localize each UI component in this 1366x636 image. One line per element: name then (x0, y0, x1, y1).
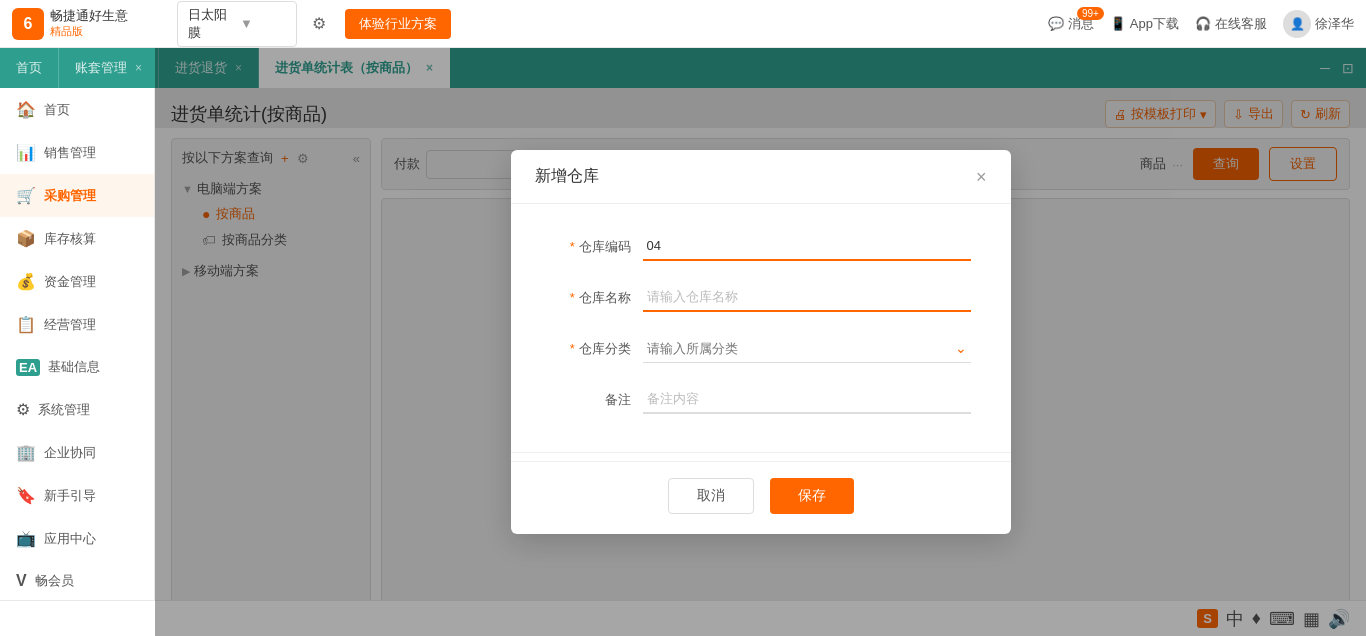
message-button[interactable]: 💬 消息 99+ (1048, 15, 1094, 33)
sidebar-item-system[interactable]: ⚙ 系统管理 (0, 388, 154, 431)
sidebar-sales-label: 销售管理 (44, 144, 96, 162)
app-center-icon: 📺 (16, 529, 36, 548)
modal-header: 新增仓库 × (511, 150, 1011, 204)
finance-icon: 💰 (16, 272, 36, 291)
headset-icon: 🎧 (1195, 16, 1211, 31)
store-name: 日太阳膜 (188, 6, 234, 42)
settings-icon[interactable]: ⚙ (303, 8, 335, 40)
tab-accounts-close[interactable]: × (135, 61, 142, 75)
header-right: 💬 消息 99+ 📱 App下载 🎧 在线客服 👤 徐泽华 (1048, 10, 1354, 38)
sidebar: 🏠 首页 📊 销售管理 🛒 采购管理 📦 库存核算 💰 资金管理 📋 经营管理 … (0, 88, 155, 636)
logo-text-area: 畅捷通好生意 精品版 (50, 8, 128, 40)
user-avatar: 👤 (1283, 10, 1311, 38)
save-button[interactable]: 保存 (770, 478, 854, 514)
tab-accounts-label: 账套管理 (75, 59, 127, 77)
purchase-icon: 🛒 (16, 186, 36, 205)
modal-title: 新增仓库 (535, 166, 599, 187)
sidebar-item-finance[interactable]: 💰 资金管理 (0, 260, 154, 303)
cancel-button[interactable]: 取消 (668, 478, 754, 514)
form-row-code: 仓库编码 (551, 232, 971, 261)
sidebar-item-vip[interactable]: V 畅会员 (0, 560, 154, 602)
code-input[interactable] (643, 232, 971, 261)
modal-body: 仓库编码 仓库名称 仓库分类 ⌄ 备注 (511, 204, 1011, 452)
user-profile-button[interactable]: 👤 徐泽华 (1283, 10, 1354, 38)
sidebar-item-app-center[interactable]: 📺 应用中心 (0, 517, 154, 560)
sidebar-item-operation[interactable]: 📋 经营管理 (0, 303, 154, 346)
category-input[interactable] (647, 341, 955, 356)
new-warehouse-modal: 新增仓库 × 仓库编码 仓库名称 仓库分类 ⌄ (511, 150, 1011, 534)
enterprise-icon: 🏢 (16, 443, 36, 462)
logo-area: 6 畅捷通好生意 精品版 (12, 8, 167, 40)
sidebar-item-guide[interactable]: 🔖 新手引导 (0, 474, 154, 517)
sidebar-home-label: 首页 (44, 101, 70, 119)
sales-icon: 📊 (16, 143, 36, 162)
sidebar-item-basic-info[interactable]: EA 基础信息 (0, 346, 154, 388)
phone-icon: 📱 (1110, 16, 1126, 31)
sidebar-guide-label: 新手引导 (44, 487, 96, 505)
name-input[interactable] (643, 283, 971, 312)
modal-close-button[interactable]: × (976, 168, 987, 186)
basic-info-icon: EA (16, 359, 40, 376)
online-service-button[interactable]: 🎧 在线客服 (1195, 15, 1267, 33)
sidebar-item-home[interactable]: 🏠 首页 (0, 88, 154, 131)
message-badge: 99+ (1077, 7, 1104, 20)
form-row-category: 仓库分类 ⌄ (551, 334, 971, 363)
vip-icon: V (16, 572, 27, 590)
app-download-label: App下载 (1130, 15, 1179, 33)
user-name: 徐泽华 (1315, 15, 1354, 33)
sidebar-item-sales[interactable]: 📊 销售管理 (0, 131, 154, 174)
category-dropdown-arrow[interactable]: ⌄ (955, 340, 967, 356)
sidebar-item-purchase[interactable]: 🛒 采购管理 (0, 174, 154, 217)
sidebar-inventory-label: 库存核算 (44, 230, 96, 248)
inventory-icon: 📦 (16, 229, 36, 248)
tab-accounts[interactable]: 账套管理 × (59, 48, 159, 88)
sidebar-item-inventory[interactable]: 📦 库存核算 (0, 217, 154, 260)
sidebar-basic-info-label: 基础信息 (48, 358, 100, 376)
sidebar-operation-label: 经营管理 (44, 316, 96, 334)
remark-label: 备注 (551, 391, 631, 409)
trial-button[interactable]: 体验行业方案 (345, 9, 451, 39)
form-row-remark: 备注 (551, 385, 971, 414)
guide-icon: 🔖 (16, 486, 36, 505)
app-download-button[interactable]: 📱 App下载 (1110, 15, 1179, 33)
remark-input[interactable] (643, 385, 971, 414)
app-logo-icon: 6 (12, 8, 44, 40)
tab-home[interactable]: 首页 (0, 48, 59, 88)
operation-icon: 📋 (16, 315, 36, 334)
category-select-wrapper[interactable]: ⌄ (643, 334, 971, 363)
sidebar-enterprise-label: 企业协同 (44, 444, 96, 462)
message-icon: 💬 (1048, 16, 1064, 31)
sidebar-vip-label: 畅会员 (35, 572, 74, 590)
sidebar-system-label: 系统管理 (38, 401, 90, 419)
sidebar-finance-label: 资金管理 (44, 273, 96, 291)
tab-home-label: 首页 (16, 59, 42, 77)
name-label: 仓库名称 (551, 289, 631, 307)
store-dropdown-arrow: ▼ (240, 16, 286, 31)
code-label: 仓库编码 (551, 238, 631, 256)
app-edition: 精品版 (50, 24, 128, 39)
modal-footer: 取消 保存 (511, 461, 1011, 534)
home-icon: 🏠 (16, 100, 36, 119)
top-header: 6 畅捷通好生意 精品版 日太阳膜 ▼ ⚙ 体验行业方案 💬 消息 99+ 📱 … (0, 0, 1366, 48)
sidebar-app-center-label: 应用中心 (44, 530, 96, 548)
store-selector[interactable]: 日太阳膜 ▼ (177, 1, 297, 47)
modal-overlay: 新增仓库 × 仓库编码 仓库名称 仓库分类 ⌄ (155, 48, 1366, 636)
category-label: 仓库分类 (551, 340, 631, 358)
online-service-label: 在线客服 (1215, 15, 1267, 33)
app-name: 畅捷通好生意 (50, 8, 128, 25)
sidebar-item-enterprise[interactable]: 🏢 企业协同 (0, 431, 154, 474)
form-row-name: 仓库名称 (551, 283, 971, 312)
system-icon: ⚙ (16, 400, 30, 419)
sidebar-purchase-label: 采购管理 (44, 187, 96, 205)
